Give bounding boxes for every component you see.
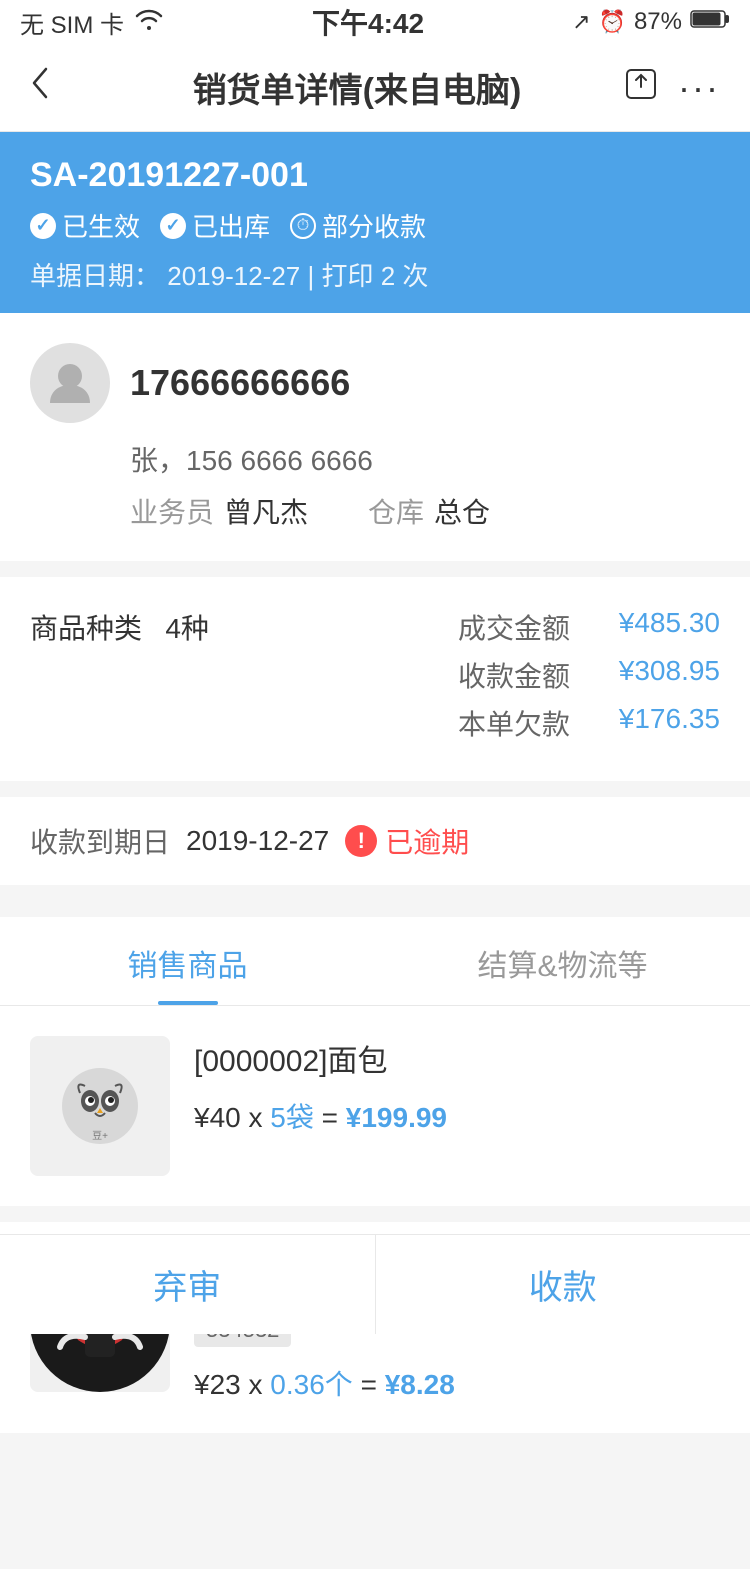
product-price-1: ¥40 x 5袋 = ¥199.99 <box>194 1096 720 1136</box>
due-date-label: 收款到期日 <box>30 821 170 861</box>
deal-amount-row: 成交金额 ¥485.30 <box>458 607 720 647</box>
customer-card: 17666666666 张，156 6666 6666 业务员 曾凡杰 仓库 总… <box>0 313 750 561</box>
wifi-icon <box>134 8 164 37</box>
due-date-value: 2019-12-27 <box>186 825 329 857</box>
product-thumb-1: 豆+ <box>30 1036 170 1176</box>
deal-amount-value: ¥485.30 <box>590 607 720 647</box>
summary-row: 商品种类 4种 成交金额 ¥485.30 收款金额 ¥308.95 本单欠款 ¥… <box>30 607 720 751</box>
overdue-badge: ! 已逾期 <box>345 821 469 861</box>
location-icon: ↗ <box>572 9 590 35</box>
summary-card: 商品种类 4种 成交金额 ¥485.30 收款金额 ¥308.95 本单欠款 ¥… <box>0 577 750 781</box>
customer-meta: 业务员 曾凡杰 仓库 总仓 <box>30 491 720 531</box>
summary-amounts: 成交金额 ¥485.30 收款金额 ¥308.95 本单欠款 ¥176.35 <box>458 607 720 751</box>
status-time: 下午4:42 <box>312 2 424 42</box>
deal-amount-label: 成交金额 <box>458 607 570 647</box>
badge-shipped: ✓ 已出库 <box>160 207 270 244</box>
order-header-banner: SA-20191227-001 ✓ 已生效 ✓ 已出库 ⏱ 部分收款 单据日期：… <box>0 132 750 313</box>
order-id: SA-20191227-001 <box>30 156 720 195</box>
product-info-1: [0000002]面包 ¥40 x 5袋 = ¥199.99 <box>194 1036 720 1136</box>
warehouse-item: 仓库 总仓 <box>368 491 490 531</box>
badge-partial-payment: ⏱ 部分收款 <box>290 207 426 244</box>
tab-sales-products[interactable]: 销售商品 <box>0 917 375 1005</box>
carrier-text: 无 SIM 卡 <box>20 5 124 40</box>
due-date-card: 收款到期日 2019-12-27 ! 已逾期 <box>0 797 750 885</box>
nav-actions: ··· <box>624 67 720 109</box>
product-price-2: ¥23 x 0.36个 = ¥8.28 <box>194 1363 720 1403</box>
salesman-label: 业务员 <box>130 491 214 531</box>
customer-phone-name: 17666666666 <box>130 362 350 404</box>
svg-text:豆+: 豆+ <box>92 1130 108 1142</box>
customer-main-row: 17666666666 <box>30 343 720 423</box>
cancel-button[interactable]: 弃审 <box>0 1235 376 1334</box>
owed-amount-label: 本单欠款 <box>458 703 570 743</box>
warehouse-value: 总仓 <box>434 491 490 531</box>
received-amount-row: 收款金额 ¥308.95 <box>458 655 720 695</box>
battery-icon <box>690 8 730 36</box>
clock-icon: ⏱ <box>290 213 316 239</box>
order-badges: ✓ 已生效 ✓ 已出库 ⏱ 部分收款 <box>30 207 720 244</box>
tab-settlement-logistics[interactable]: 结算&物流等 <box>375 917 750 1005</box>
bottom-spacer <box>0 1449 750 1569</box>
nav-bar: 销货单详情(来自电脑) ··· <box>0 44 750 132</box>
customer-contact: 张，156 6666 6666 <box>30 439 720 479</box>
warehouse-label: 仓库 <box>368 491 424 531</box>
divider <box>0 901 750 917</box>
received-amount-label: 收款金额 <box>458 655 570 695</box>
status-carrier: 无 SIM 卡 <box>20 5 164 40</box>
alarm-icon: ⏰ <box>599 9 626 35</box>
order-date: 单据日期： 2019-12-27 | 打印 2 次 <box>30 256 720 293</box>
share-icon[interactable] <box>624 67 658 109</box>
bottom-bar: 弃审 收款 <box>0 1234 750 1334</box>
owed-amount-value: ¥176.35 <box>590 703 720 743</box>
badge-effective: ✓ 已生效 <box>30 207 140 244</box>
salesman-item: 业务员 曾凡杰 <box>130 491 308 531</box>
overdue-text: 已逾期 <box>385 821 469 861</box>
check-icon-shipped: ✓ <box>160 213 186 239</box>
avatar <box>30 343 110 423</box>
summary-left: 商品种类 4种 <box>30 607 209 655</box>
product-name-1: [0000002]面包 <box>194 1036 720 1080</box>
more-icon[interactable]: ··· <box>678 67 720 109</box>
page-title: 销货单详情(来自电脑) <box>193 63 522 112</box>
owed-amount-row: 本单欠款 ¥176.35 <box>458 703 720 743</box>
tabs: 销售商品 结算&物流等 <box>0 917 750 1006</box>
check-icon-effective: ✓ <box>30 213 56 239</box>
received-amount-value: ¥308.95 <box>590 655 720 695</box>
salesman-value: 曾凡杰 <box>224 491 308 531</box>
product-list: 豆+ [0000002]面包 ¥40 x 5袋 = ¥199.99 <box>0 1006 750 1433</box>
product-type-item: 商品种类 4种 <box>30 607 209 647</box>
status-bar: 无 SIM 卡 下午4:42 ↗ ⏰ 87% <box>0 0 750 44</box>
table-row: 豆+ [0000002]面包 ¥40 x 5袋 = ¥199.99 <box>0 1006 750 1206</box>
back-button[interactable] <box>30 65 90 110</box>
status-icons: ↗ ⏰ 87% <box>572 8 730 36</box>
overdue-icon: ! <box>345 825 377 857</box>
confirm-button[interactable]: 收款 <box>376 1235 750 1334</box>
battery-text: 87% <box>634 8 682 36</box>
